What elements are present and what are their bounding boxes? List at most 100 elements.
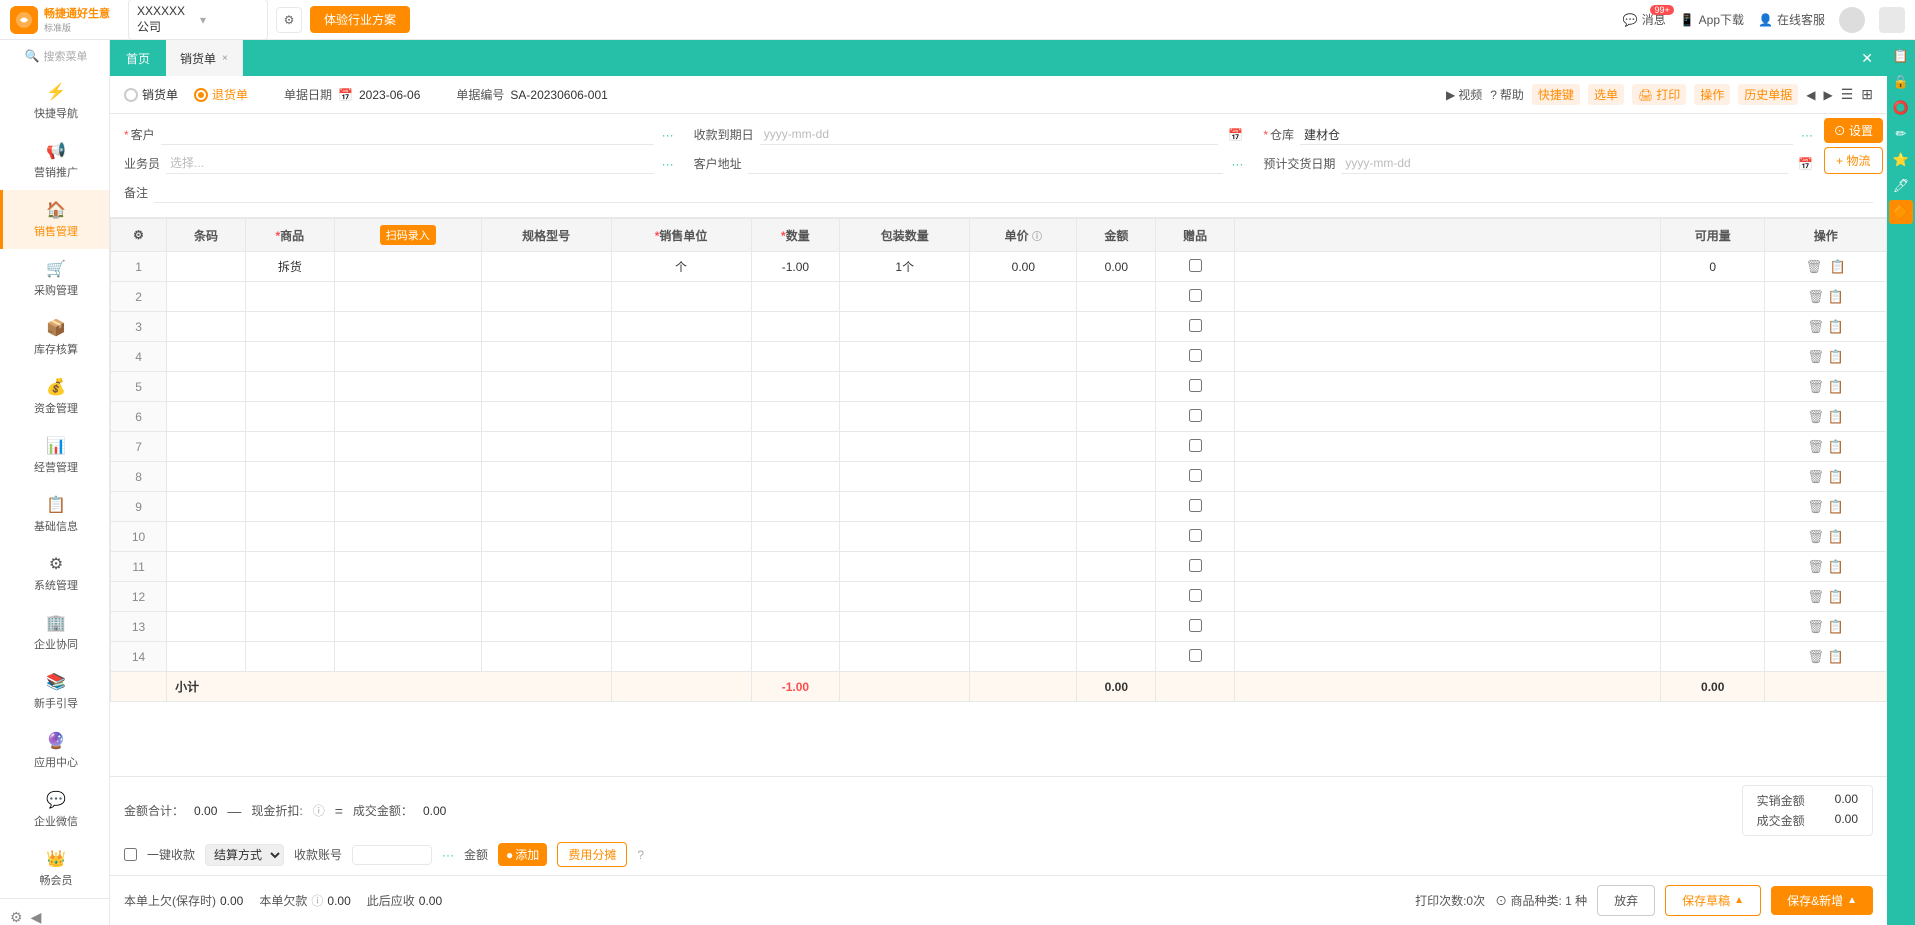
rp-item-6[interactable]: 🖊 (1889, 174, 1913, 198)
rp-item-3[interactable]: ⭕ (1889, 96, 1913, 120)
gift-checkbox[interactable] (1189, 589, 1202, 602)
operate-btn[interactable]: 操作 (1694, 84, 1730, 105)
app-download-button[interactable]: 📱 App下载 (1680, 11, 1744, 28)
sidebar-item-inventory[interactable]: 📦 库存核算 (0, 308, 109, 367)
rp-item-1[interactable]: 📋 (1889, 44, 1913, 68)
cell-remark[interactable] (1235, 252, 1661, 282)
collapse-icon[interactable]: ◀ (31, 909, 42, 925)
customer-more-icon[interactable]: ··· (662, 128, 674, 142)
cell-pkg-qty[interactable]: 1个 (840, 252, 970, 282)
nav-next-icon[interactable]: ▶ (1823, 88, 1832, 102)
sidebar-item-member[interactable]: 👑 畅会员 (0, 839, 109, 898)
product-type-icon[interactable]: ⊙ (1495, 894, 1507, 908)
delete-icon[interactable]: 🗑 (1807, 319, 1824, 334)
setting-button[interactable]: ⊙ 设置 (1824, 118, 1883, 143)
copy-icon[interactable]: 📋 (1828, 529, 1844, 544)
sidebar-item-quick-nav[interactable]: ⚡ 快捷导航 (0, 72, 109, 131)
delete-icon[interactable]: 🗑 (1807, 379, 1824, 394)
settings-bottom-icon[interactable]: ⚙ (10, 909, 23, 925)
rp-item-4[interactable]: ✏ (1889, 122, 1913, 146)
copy-icon[interactable]: 📋 (1828, 349, 1844, 364)
delete-icon[interactable]: 🗑 (1807, 589, 1824, 604)
customer-addr-input[interactable] (748, 153, 1224, 174)
gift-checkbox[interactable] (1189, 319, 1202, 332)
delete-icon[interactable]: 🗑 (1807, 619, 1824, 634)
trial-button[interactable]: 体验行业方案 (310, 6, 410, 33)
sidebar-item-base[interactable]: 📋 基础信息 (0, 485, 109, 544)
window-close-icon[interactable]: ✕ (1847, 50, 1887, 67)
save-draft-button[interactable]: 保存草稿 ▲ (1665, 885, 1761, 916)
delete-icon[interactable]: 🗑 (1807, 439, 1824, 454)
gift-checkbox[interactable] (1189, 289, 1202, 302)
notes-input[interactable] (154, 182, 1873, 203)
scan-button[interactable]: 扫码录入 (380, 225, 436, 245)
copy-icon[interactable]: 📋 (1830, 259, 1846, 274)
cell-amount[interactable]: 0.00 (1077, 252, 1156, 282)
nav-prev-icon[interactable]: ◀ (1806, 88, 1815, 102)
salesperson-input[interactable] (166, 153, 654, 174)
account-input[interactable] (352, 845, 432, 865)
cell-unit[interactable]: 个 (611, 252, 751, 282)
message-button[interactable]: 💬 消息 99+ (1623, 11, 1666, 28)
gift-checkbox[interactable] (1189, 439, 1202, 452)
sidebar-item-wechat[interactable]: 💬 企业微信 (0, 780, 109, 839)
radio-sale-order[interactable]: 销货单 (124, 86, 178, 103)
select-btn[interactable]: 选单 (1588, 84, 1624, 105)
customer-input[interactable] (161, 124, 654, 145)
radio-return-order[interactable]: 退货单 (194, 86, 248, 103)
help-btn[interactable]: ? 帮助 (1490, 86, 1524, 103)
salesperson-more-icon[interactable]: ··· (662, 157, 674, 171)
rp-item-2[interactable]: 🔒 (1889, 70, 1913, 94)
sidebar-search[interactable]: 🔍 搜索菜单 (0, 40, 109, 72)
copy-icon[interactable]: 📋 (1828, 559, 1844, 574)
tab-sale-order[interactable]: 销货单 × (166, 40, 243, 76)
discount-info-icon[interactable]: ⓘ (313, 802, 325, 819)
copy-icon[interactable]: 📋 (1828, 619, 1844, 634)
addr-more-icon[interactable]: ··· (1231, 157, 1243, 171)
copy-icon[interactable]: 📋 (1828, 439, 1844, 454)
warehouse-more-icon[interactable]: ··· (1801, 128, 1813, 142)
copy-icon[interactable]: 📋 (1828, 499, 1844, 514)
delete-icon[interactable]: 🗑 (1807, 529, 1824, 544)
tab-home[interactable]: 首页 (110, 40, 166, 76)
sidebar-item-enterprise[interactable]: 🏢 企业协同 (0, 603, 109, 662)
col-settings[interactable]: ⚙ (111, 219, 167, 252)
copy-icon[interactable]: 📋 (1828, 379, 1844, 394)
gift-checkbox[interactable] (1189, 379, 1202, 392)
gift-checkbox[interactable] (1189, 469, 1202, 482)
cell-product[interactable]: 拆货 (245, 252, 334, 282)
save-new-button[interactable]: 保存&新增 ▲ (1771, 886, 1873, 915)
print-btn[interactable]: 🖨 打印 (1632, 84, 1686, 105)
copy-icon[interactable]: 📋 (1828, 319, 1844, 334)
delete-icon[interactable]: 🗑 (1807, 469, 1824, 484)
cell-gift[interactable] (1156, 252, 1235, 282)
delete-icon[interactable]: 🗑 (1807, 349, 1824, 364)
expected-date-calendar-icon[interactable]: 📅 (1798, 157, 1813, 171)
settings-icon[interactable]: ⚙ (276, 7, 302, 33)
online-service-button[interactable]: 👤 在线客服 (1758, 11, 1825, 28)
rp-item-5[interactable]: ⭐ (1889, 148, 1913, 172)
view-list-icon[interactable]: ☰ (1841, 86, 1854, 103)
due-date-calendar-icon[interactable]: 📅 (1228, 128, 1243, 142)
col-scan[interactable]: 扫码录入 (334, 219, 481, 252)
expense-split-button[interactable]: 费用分摊 (557, 842, 627, 867)
one-click-pay-checkbox[interactable] (124, 848, 137, 861)
delete-icon[interactable]: 🗑 (1807, 409, 1824, 424)
sidebar-item-system[interactable]: ⚙ 系统管理 (0, 544, 109, 603)
abandon-button[interactable]: 放弃 (1597, 885, 1655, 916)
copy-icon[interactable]: 📋 (1828, 409, 1844, 424)
cell-spec[interactable] (481, 252, 611, 282)
tab-close-icon[interactable]: × (222, 53, 228, 64)
delete-icon[interactable]: 🗑 (1807, 289, 1824, 304)
video-btn[interactable]: ▶ 视频 (1446, 86, 1482, 103)
gift-checkbox[interactable] (1189, 529, 1202, 542)
gift-checkbox[interactable] (1189, 409, 1202, 422)
user-settings-icon[interactable] (1879, 7, 1905, 33)
sidebar-item-newbie[interactable]: 📚 新手引导 (0, 662, 109, 721)
rp-item-7[interactable]: 🔶 (1889, 200, 1913, 224)
cell-barcode[interactable] (167, 252, 246, 282)
sidebar-item-operations[interactable]: 📊 经营管理 (0, 426, 109, 485)
view-grid-icon[interactable]: ⊞ (1861, 86, 1873, 103)
delete-icon[interactable]: 🗑 (1807, 499, 1824, 514)
expense-help-icon[interactable]: ? (637, 848, 644, 862)
